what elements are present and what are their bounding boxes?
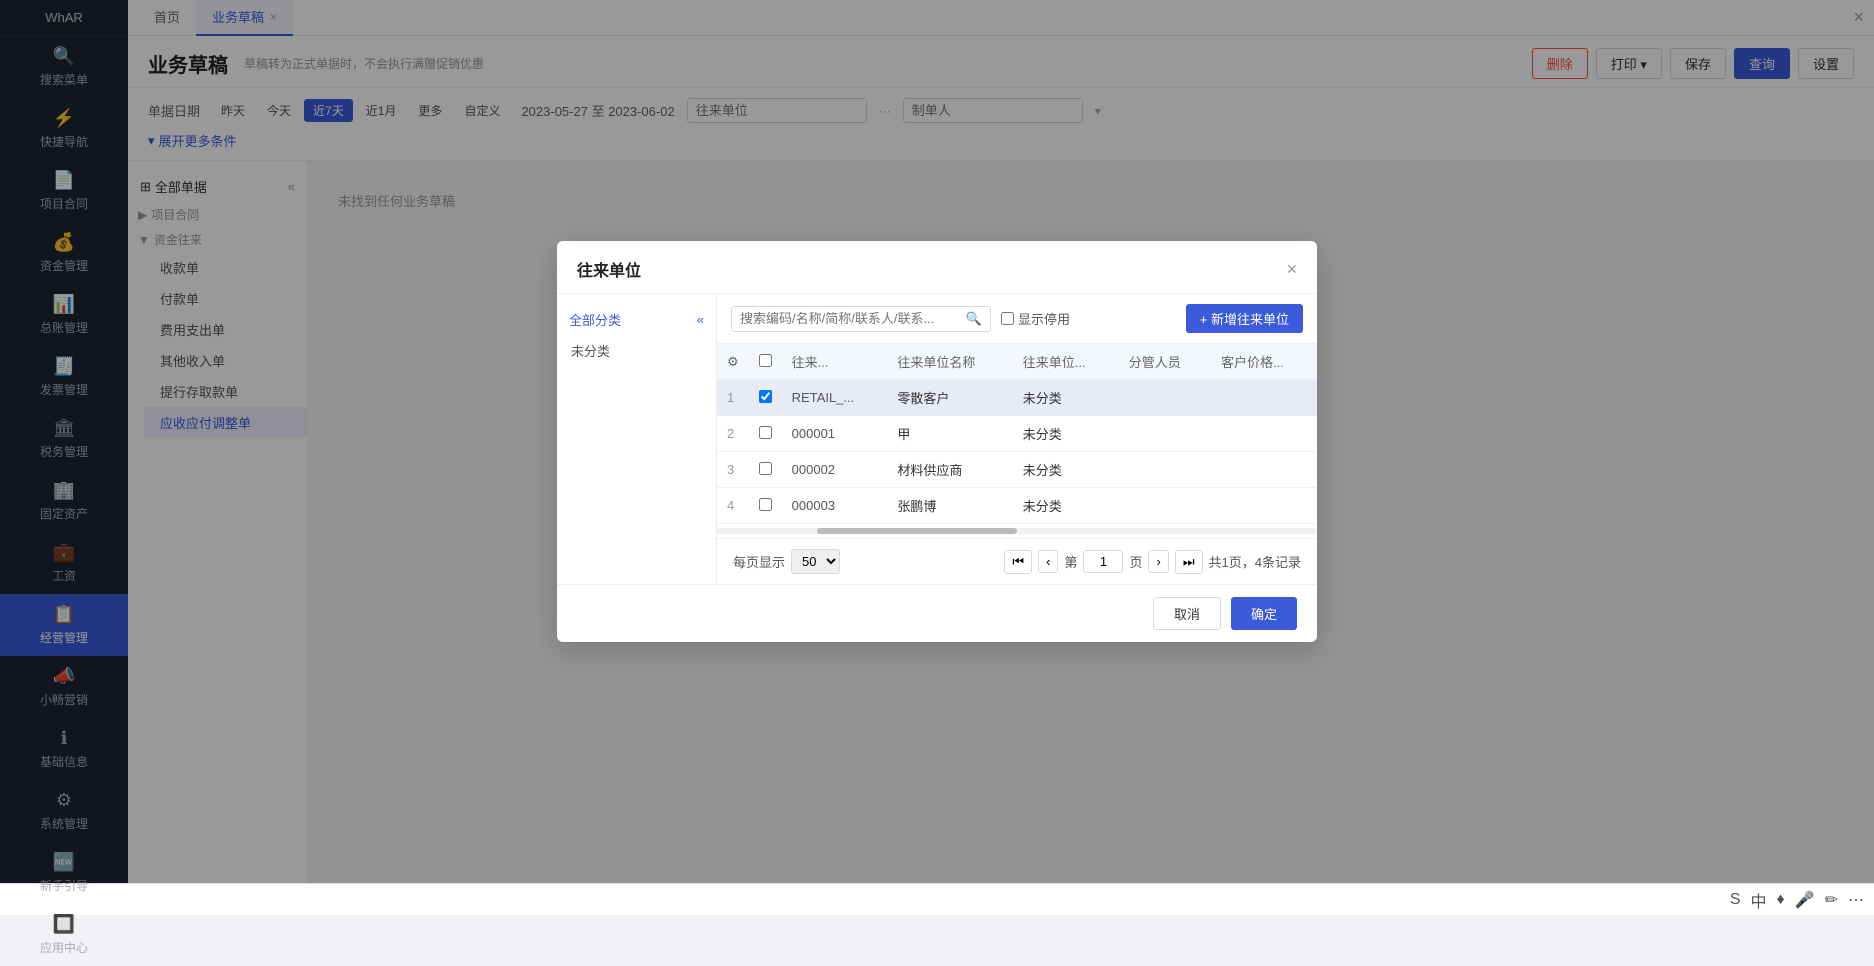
- total-info: 共1页，4条记录: [1209, 552, 1301, 571]
- per-page-label: 每页显示: [733, 552, 785, 571]
- add-partner-button[interactable]: + 新增往来单位: [1186, 304, 1303, 333]
- dialog-sidebar: 全部分类 « 未分类: [557, 294, 717, 584]
- table-row[interactable]: 1 RETAIL_... 零散客户 未分类: [717, 380, 1317, 416]
- col-settings-icon[interactable]: ⚙: [717, 344, 749, 380]
- dialog-table: ⚙ 往来... 往来单位名称 往来单位... 分管人员 客户价格...: [717, 344, 1317, 538]
- taskbar-more-icon[interactable]: ⋯: [1848, 890, 1864, 910]
- dialog-main: 🔍 显示停用 + 新增往来单位 ⚙: [717, 294, 1317, 584]
- page-label: 第: [1064, 552, 1077, 571]
- row-4-code: 000003: [782, 488, 888, 524]
- row-4-num: 4: [717, 488, 749, 524]
- col-category-header[interactable]: 往来单位...: [1013, 344, 1119, 380]
- row-2-checkbox[interactable]: [749, 416, 782, 452]
- row-3-name: 材料供应商: [887, 452, 1012, 488]
- show-disabled-checkbox[interactable]: [1001, 312, 1014, 325]
- row-1-num: 1: [717, 380, 749, 416]
- table-header-row: ⚙ 往来... 往来单位名称 往来单位... 分管人员 客户价格...: [717, 344, 1317, 380]
- last-page-btn[interactable]: ⏭: [1175, 550, 1203, 574]
- per-page-control: 每页显示 50: [733, 549, 840, 574]
- table-row[interactable]: 4 000003 张鹏博 未分类: [717, 488, 1317, 524]
- row-2-code: 000001: [782, 416, 888, 452]
- dialog-toolbar: 🔍 显示停用 + 新增往来单位: [717, 294, 1317, 344]
- all-categories-label: 全部分类: [569, 310, 621, 329]
- taskbar: S 中 ♦ 🎤 ✏ ⋯: [0, 883, 1874, 915]
- sidebar-item-label-app-center: 应用中心: [40, 939, 88, 956]
- search-input[interactable]: [740, 311, 960, 326]
- show-disabled-checkbox-label[interactable]: 显示停用: [1001, 309, 1070, 328]
- page-number-input[interactable]: [1083, 550, 1123, 573]
- prev-page-btn[interactable]: ‹: [1038, 550, 1058, 573]
- dialog-actions: 取消 确定: [557, 584, 1317, 642]
- dialog-header: 往来单位 ×: [557, 241, 1317, 294]
- row-1-code: RETAIL_...: [782, 380, 888, 416]
- horizontal-scrollbar-track[interactable]: [717, 528, 1317, 534]
- per-page-select[interactable]: 50: [791, 549, 840, 574]
- partner-table: ⚙ 往来... 往来单位名称 往来单位... 分管人员 客户价格...: [717, 344, 1317, 524]
- row-4-price: [1211, 488, 1317, 524]
- dialog-sidebar-toggle-icon[interactable]: «: [697, 312, 704, 327]
- col-manager-header[interactable]: 分管人员: [1119, 344, 1211, 380]
- table-row[interactable]: 2 000001 甲 未分类: [717, 416, 1317, 452]
- dialog-body: 全部分类 « 未分类 🔍 显示停用: [557, 294, 1317, 584]
- row-3-num: 3: [717, 452, 749, 488]
- taskbar-mic-icon[interactable]: 🎤: [1795, 890, 1815, 910]
- row-2-price: [1211, 416, 1317, 452]
- row-2-name: 甲: [887, 416, 1012, 452]
- pagination: ⏮ ‹ 第 页 › ⏭ 共1页，4条记录: [1004, 550, 1301, 574]
- dialog-footer: 每页显示 50 ⏮ ‹ 第 页 › ⏭ 共1页，4条记录: [717, 538, 1317, 584]
- row-4-checkbox[interactable]: [749, 488, 782, 524]
- first-page-btn[interactable]: ⏮: [1004, 550, 1032, 574]
- dialog-sidebar-header[interactable]: 全部分类 «: [557, 304, 716, 335]
- dialog-close-btn[interactable]: ×: [1286, 259, 1297, 280]
- row-1-checkbox[interactable]: [749, 380, 782, 416]
- table-body: 1 RETAIL_... 零散客户 未分类 2: [717, 380, 1317, 524]
- table-head: ⚙ 往来... 往来单位名称 往来单位... 分管人员 客户价格...: [717, 344, 1317, 380]
- row-1-name: 零散客户: [887, 380, 1012, 416]
- dialog-sidebar-unclassified[interactable]: 未分类: [557, 335, 716, 366]
- taskbar-pen-icon[interactable]: ✏: [1825, 890, 1838, 910]
- dialog-overlay: 往来单位 × 全部分类 « 未分类 🔍: [0, 0, 1874, 883]
- sidebar-item-app-center[interactable]: 🔲 应用中心: [0, 904, 128, 966]
- page-unit: 页: [1129, 552, 1142, 571]
- row-1-category: 未分类: [1013, 380, 1119, 416]
- row-3-category: 未分类: [1013, 452, 1119, 488]
- taskbar-diamond-icon[interactable]: ♦: [1777, 891, 1785, 909]
- row-4-manager: [1119, 488, 1211, 524]
- select-all-checkbox[interactable]: [759, 354, 772, 367]
- partner-dialog: 往来单位 × 全部分类 « 未分类 🔍: [557, 241, 1317, 642]
- confirm-button[interactable]: 确定: [1231, 597, 1297, 630]
- col-code-header[interactable]: 往来...: [782, 344, 888, 380]
- show-disabled-label: 显示停用: [1018, 309, 1070, 328]
- col-name-header[interactable]: 往来单位名称: [887, 344, 1012, 380]
- table-row[interactable]: 3 000002 材料供应商 未分类: [717, 452, 1317, 488]
- taskbar-lang-icon[interactable]: 中: [1750, 888, 1766, 912]
- next-page-btn[interactable]: ›: [1148, 550, 1168, 573]
- row-1-manager: [1119, 380, 1211, 416]
- dialog-title: 往来单位: [577, 257, 641, 281]
- col-price-header[interactable]: 客户价格...: [1211, 344, 1317, 380]
- unclassified-label: 未分类: [571, 344, 610, 359]
- search-box[interactable]: 🔍: [731, 306, 991, 332]
- row-4-name: 张鹏博: [887, 488, 1012, 524]
- row-2-manager: [1119, 416, 1211, 452]
- row-3-price: [1211, 452, 1317, 488]
- row-3-manager: [1119, 452, 1211, 488]
- row-2-category: 未分类: [1013, 416, 1119, 452]
- app-center-icon: 🔲: [53, 914, 75, 935]
- row-3-checkbox[interactable]: [749, 452, 782, 488]
- taskbar-brand-icon: S: [1730, 891, 1741, 909]
- row-1-price: [1211, 380, 1317, 416]
- row-3-code: 000002: [782, 452, 888, 488]
- search-icon: 🔍: [966, 311, 982, 327]
- horizontal-scrollbar-thumb[interactable]: [817, 528, 1017, 534]
- col-checkbox-header[interactable]: [749, 344, 782, 380]
- row-4-category: 未分类: [1013, 488, 1119, 524]
- row-2-num: 2: [717, 416, 749, 452]
- cancel-button[interactable]: 取消: [1153, 597, 1221, 630]
